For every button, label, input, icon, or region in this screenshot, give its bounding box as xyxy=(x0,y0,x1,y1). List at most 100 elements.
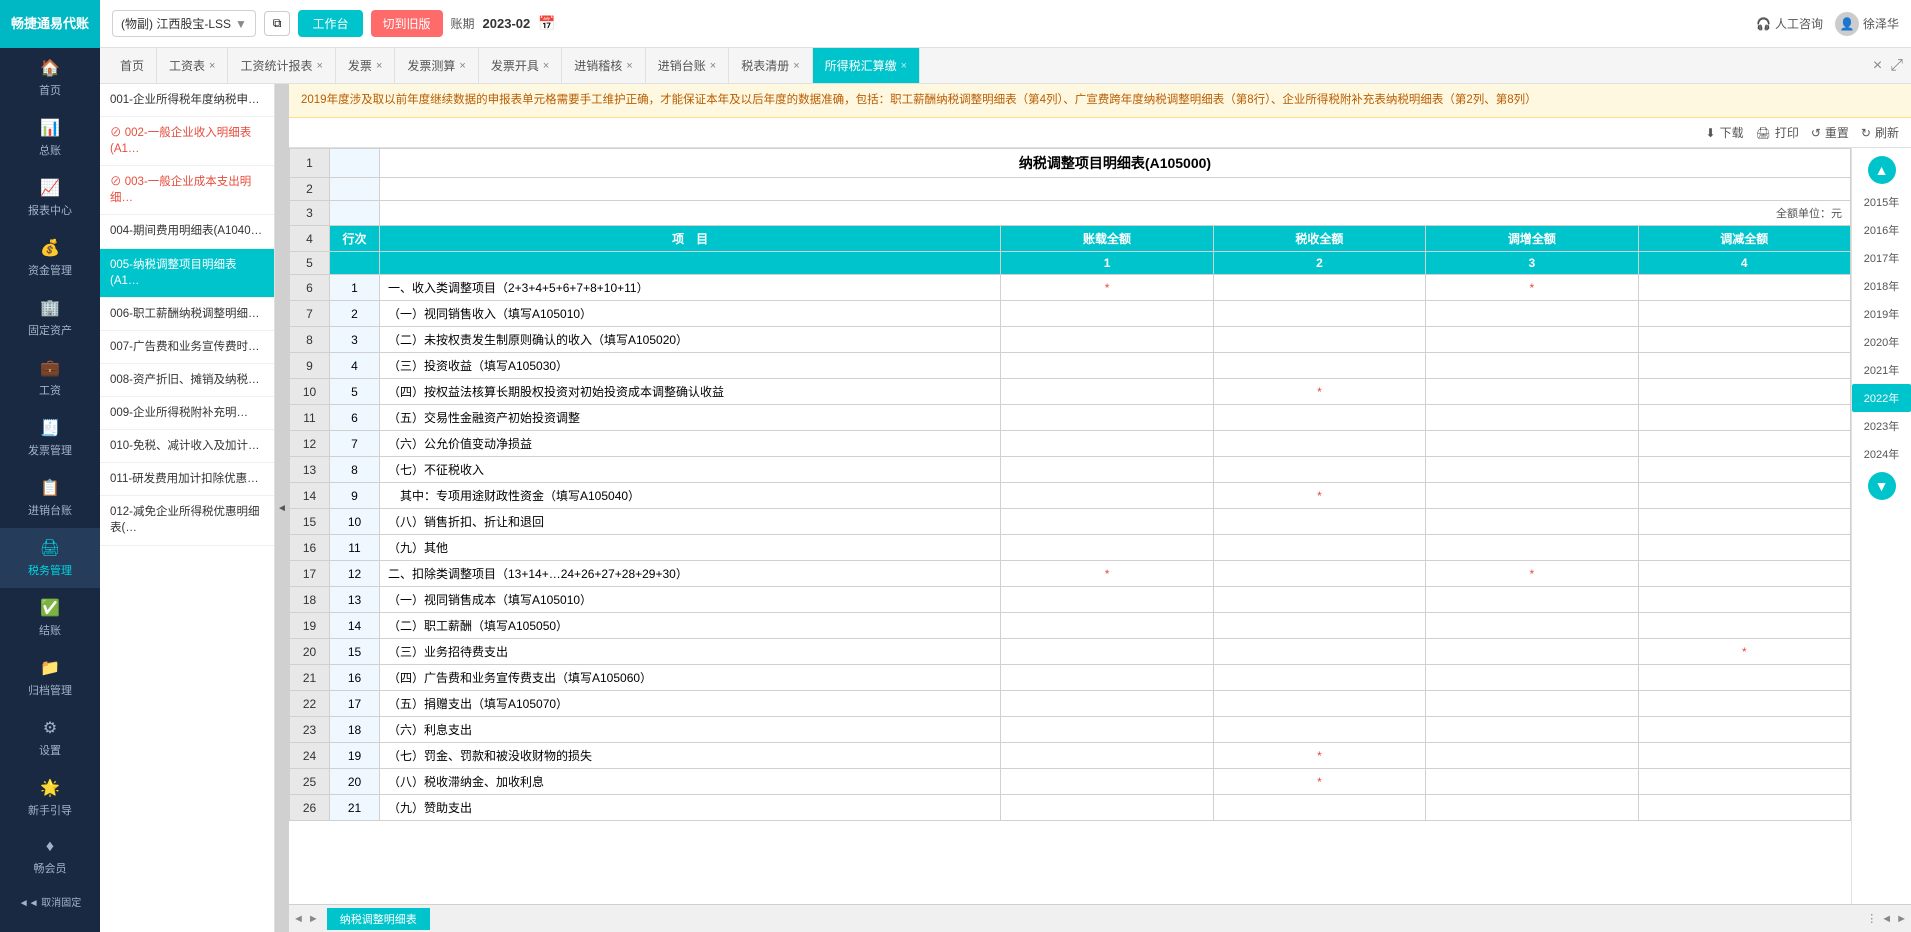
year-2024[interactable]: 2024年 xyxy=(1852,440,1911,468)
cell-value[interactable] xyxy=(1213,405,1425,431)
cell-value[interactable]: * xyxy=(1001,275,1213,301)
cell-row-a[interactable]: 2 xyxy=(330,301,380,327)
cell-value[interactable] xyxy=(1213,457,1425,483)
year-2015[interactable]: 2015年 xyxy=(1852,188,1911,216)
sidebar-item-salary[interactable]: 💼 工资 xyxy=(0,348,100,408)
sidebar-item-guide[interactable]: 🌟 新手引导 xyxy=(0,768,100,828)
tab-salary-report[interactable]: 工资统计报表 × xyxy=(228,48,335,84)
cell-item-name[interactable]: （五）交易性金融资产初始投资调整 xyxy=(380,405,1001,431)
cell-row-a[interactable]: 6 xyxy=(330,405,380,431)
close-icon[interactable]: × xyxy=(710,60,716,72)
cell-row-a[interactable]: 1 xyxy=(330,275,380,301)
cell-row-a[interactable]: 5 xyxy=(330,379,380,405)
cell-value[interactable] xyxy=(1213,613,1425,639)
cell-row-a[interactable]: 7 xyxy=(330,431,380,457)
cell-value[interactable]: * xyxy=(1213,769,1425,795)
cell-item-name[interactable]: （三）业务招待费支出 xyxy=(380,639,1001,665)
cell-item-name[interactable]: 其中：专项用途财政性资金（填写A105040） xyxy=(380,483,1001,509)
cell-value[interactable] xyxy=(1426,665,1638,691)
close-icon[interactable]: × xyxy=(543,60,549,72)
cell-item-name[interactable]: （一）视同销售成本（填写A105010） xyxy=(380,587,1001,613)
cell-item-name[interactable]: （一）视同销售收入（填写A105010） xyxy=(380,301,1001,327)
print-button[interactable]: 🖨 打印 xyxy=(1756,124,1799,141)
bottom-tab-main[interactable]: 纳税调整明细表 xyxy=(327,908,430,930)
sidebar-footer[interactable]: ◄◄ 取消固定 xyxy=(0,886,100,917)
cell-value[interactable] xyxy=(1426,301,1638,327)
cell-value[interactable] xyxy=(1213,639,1425,665)
user-menu[interactable]: 👤 徐泽华 xyxy=(1835,12,1899,36)
sidebar-item-tax[interactable]: 🖨 税务管理 xyxy=(0,528,100,588)
cell-value[interactable] xyxy=(1638,535,1850,561)
close-icon[interactable]: × xyxy=(316,60,322,72)
cell-item-name[interactable]: （七）不征税收入 xyxy=(380,457,1001,483)
tab-trade-check[interactable]: 进销稽核 × xyxy=(562,48,645,84)
cell-value[interactable]: * xyxy=(1213,483,1425,509)
cell-value[interactable] xyxy=(1213,353,1425,379)
close-icon[interactable]: × xyxy=(459,60,465,72)
cell-item-name[interactable]: 二、扣除类调整项目（13+14+…24+26+27+28+29+30） xyxy=(380,561,1001,587)
cell-row-a[interactable]: 4 xyxy=(330,353,380,379)
tab-invoice-issue[interactable]: 发票开具 × xyxy=(479,48,562,84)
table-container[interactable]: 1 纳税调整项目明细表(A105000) 2 xyxy=(289,148,1851,904)
year-up-button[interactable]: ▲ xyxy=(1868,156,1896,184)
cell-value[interactable] xyxy=(1638,795,1850,821)
sidebar-item-invoice[interactable]: 🧾 发票管理 xyxy=(0,408,100,468)
tab-salary[interactable]: 工资表 × xyxy=(157,48,228,84)
left-panel-item-001[interactable]: 001-企业所得税年度纳税申… xyxy=(100,84,274,117)
tab-home[interactable]: 首页 xyxy=(108,48,157,84)
cell-value[interactable]: * xyxy=(1213,743,1425,769)
cell-value[interactable] xyxy=(1638,483,1850,509)
cell-row-a[interactable]: 16 xyxy=(330,665,380,691)
cell-value[interactable] xyxy=(1638,769,1850,795)
cell-value[interactable] xyxy=(1426,483,1638,509)
cell-value[interactable] xyxy=(1638,743,1850,769)
cell-value[interactable]: * xyxy=(1426,275,1638,301)
cell-item-name[interactable]: （九）赞助支出 xyxy=(380,795,1001,821)
cell-value[interactable] xyxy=(1001,509,1213,535)
cell-item-name[interactable]: （七）罚金、罚款和被没收财物的损失 xyxy=(380,743,1001,769)
sidebar-item-archive[interactable]: 📁 归档管理 xyxy=(0,648,100,708)
cell-value[interactable] xyxy=(1638,327,1850,353)
calendar-icon[interactable]: 📅 xyxy=(538,15,555,32)
cell-item-name[interactable]: （三）投资收益（填写A105030） xyxy=(380,353,1001,379)
cell-value[interactable] xyxy=(1426,353,1638,379)
tab-income-tax[interactable]: 所得税汇算缴 × xyxy=(813,48,920,84)
sheet-nav-right[interactable]: ► xyxy=(308,913,319,925)
cell-value[interactable] xyxy=(1426,327,1638,353)
cell-row-a[interactable]: 10 xyxy=(330,509,380,535)
sheet-nav-left[interactable]: ◄ xyxy=(293,913,304,925)
cell-value[interactable] xyxy=(1001,405,1213,431)
sidebar-item-ledger[interactable]: 📊 总账 xyxy=(0,108,100,168)
cell-item-name[interactable]: （二）未按权责发生制原则确认的收入（填写A105020） xyxy=(380,327,1001,353)
cell-row-a[interactable]: 11 xyxy=(330,535,380,561)
cell-value[interactable] xyxy=(1426,431,1638,457)
cell-value[interactable] xyxy=(1426,717,1638,743)
cell-value[interactable] xyxy=(1001,717,1213,743)
cell-value[interactable] xyxy=(1426,457,1638,483)
year-2023[interactable]: 2023年 xyxy=(1852,412,1911,440)
cell-value[interactable] xyxy=(1638,301,1850,327)
cell-item-name[interactable]: （九）其他 xyxy=(380,535,1001,561)
cell-value[interactable] xyxy=(1426,405,1638,431)
cell-row-a[interactable]: 12 xyxy=(330,561,380,587)
cell-item-name[interactable]: （八）销售折扣、折让和退回 xyxy=(380,509,1001,535)
cell-value[interactable]: * xyxy=(1426,561,1638,587)
year-down-button[interactable]: ▼ xyxy=(1868,472,1896,500)
tab-invoice[interactable]: 发票 × xyxy=(336,48,395,84)
cell-row-a[interactable]: 8 xyxy=(330,457,380,483)
cell-value[interactable] xyxy=(1426,691,1638,717)
cell-value[interactable] xyxy=(1426,743,1638,769)
cell-value[interactable] xyxy=(1638,613,1850,639)
cell-row-a[interactable]: 20 xyxy=(330,769,380,795)
cell-value[interactable] xyxy=(1001,483,1213,509)
cell-item-name[interactable]: （六）利息支出 xyxy=(380,717,1001,743)
cell-value[interactable] xyxy=(1426,509,1638,535)
sidebar-item-settings[interactable]: ⚙ 设置 xyxy=(0,708,100,768)
reset-button[interactable]: ↺ 重置 xyxy=(1811,124,1849,141)
close-icon[interactable]: × xyxy=(209,60,215,72)
maximize-icon[interactable]: ⤢ xyxy=(1890,57,1903,75)
cell-value[interactable] xyxy=(1213,431,1425,457)
left-panel-item-007[interactable]: 007-广告费和业务宣传费时… xyxy=(100,331,274,364)
cell-item-name[interactable]: （六）公允价值变动净损益 xyxy=(380,431,1001,457)
cell-value[interactable] xyxy=(1638,405,1850,431)
